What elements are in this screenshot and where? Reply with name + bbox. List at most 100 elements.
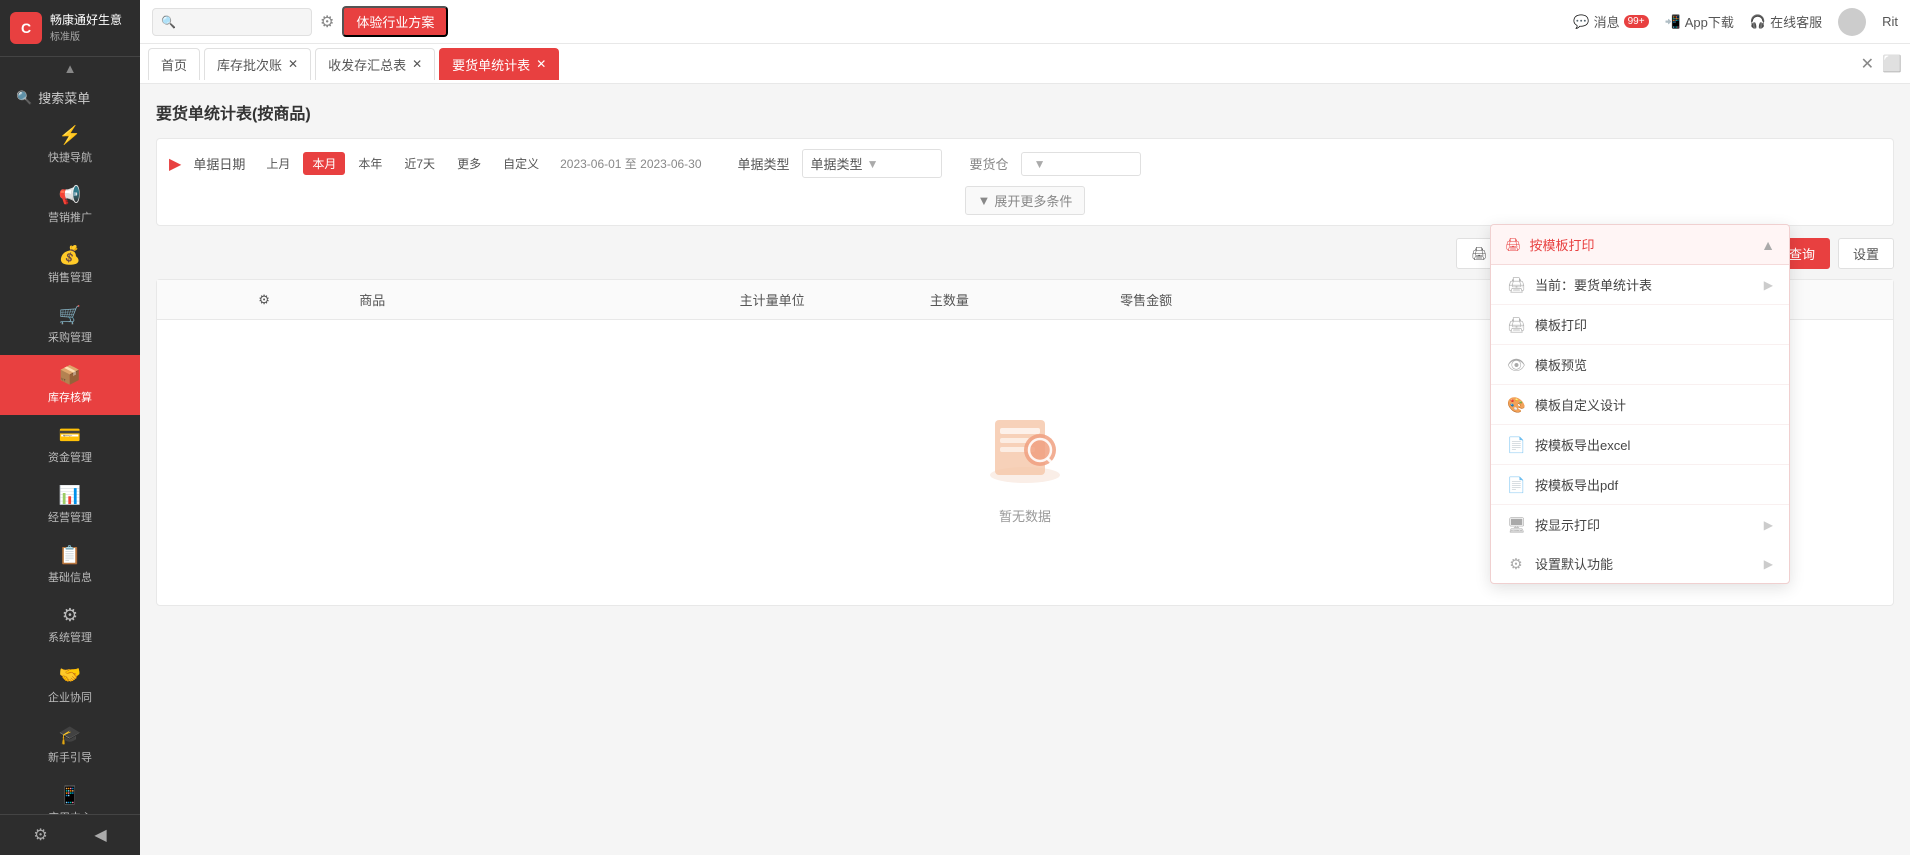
date-btn-current-month[interactable]: 本月 [303, 152, 345, 175]
tab-order-stats[interactable]: 要货单统计表 ✕ [439, 48, 559, 80]
sidebar-logo: C 畅康通好生意 标准版 [0, 0, 140, 57]
user-name: Rit [1882, 14, 1898, 29]
th-unit: 主计量单位 [740, 290, 930, 309]
system-icon: ⚙ [62, 605, 78, 626]
filter-warehouse-select[interactable]: ▼ [1021, 152, 1141, 176]
filter-row-1: ▶ 单据日期 上月 本月 本年 近7天 更多 自定义 2023-06-01 至 … [169, 149, 1881, 178]
topbar-gear-icon[interactable]: ⚙ [320, 12, 334, 32]
purchase-icon: 🛒 [59, 305, 81, 326]
chevron-down-icon: ▼ [867, 157, 879, 171]
print-header-icon: 🖨 [1505, 237, 1522, 253]
topbar-search-icon: 🔍 [161, 15, 176, 29]
dropdown-template-excel[interactable]: 📄 按模板导出excel [1491, 425, 1789, 465]
enterprise-icon: 🤝 [59, 665, 81, 686]
default-fn-icon: ⚙ [1507, 555, 1525, 573]
chevron-down-icon-2: ▼ [1034, 157, 1046, 171]
filter-type-select[interactable]: 单据类型 ▼ [802, 149, 942, 178]
expand-more-button[interactable]: ▼ 展开更多条件 [965, 186, 1086, 215]
sidebar-item-system[interactable]: ⚙ 系统管理 [0, 595, 140, 655]
user-avatar[interactable] [1838, 8, 1866, 36]
date-btn-last-month[interactable]: 上月 [257, 152, 299, 175]
dropdown-default-fn[interactable]: ⚙ 设置默认功能 ▶ [1491, 544, 1789, 583]
dropdown-current-template[interactable]: 🖨 当前：要货单统计表 ▶ [1491, 265, 1789, 305]
main-content: 🔍 ⚙ 体验行业方案 💬 消息 99+ 📲 App下载 🎧 在线客服 Rit [140, 0, 1910, 855]
date-btn-more[interactable]: 更多 [448, 152, 490, 175]
sidebar-item-marketing[interactable]: 📢 营销推广 [0, 175, 140, 235]
dropdown-template-pdf[interactable]: 📄 按模板导出pdf [1491, 465, 1789, 505]
search-icon: 🔍 [16, 90, 32, 106]
app-center-icon: 📱 [59, 785, 81, 806]
th-quantity: 主数量 [930, 290, 1120, 309]
trial-button[interactable]: 体验行业方案 [342, 6, 448, 37]
sidebar-item-app-center[interactable]: 📱 应用中心 [0, 775, 140, 814]
filter-extra-label: 要货仓 [970, 154, 1009, 173]
inventory-icon: 📦 [59, 365, 81, 386]
sidebar-settings-btn[interactable]: ⚙ [33, 825, 47, 845]
tab-receipt-summary[interactable]: 收发存汇总表 ✕ [315, 48, 435, 80]
chevron-right-icon: ▶ [1764, 278, 1773, 292]
basic-icon: 📋 [59, 545, 81, 566]
headset-icon: 🎧 [1750, 14, 1766, 30]
th-product: 商品 [359, 290, 739, 309]
sidebar-scroll-up[interactable]: ▲ [0, 57, 140, 80]
tab-close-receipt-summary[interactable]: ✕ [412, 57, 422, 71]
page-content: 要货单统计表(按商品) ▶ 单据日期 上月 本月 本年 近7天 更多 自定义 2… [140, 84, 1910, 855]
filter-expand-arrow[interactable]: ▶ [169, 154, 181, 174]
template-design-icon: 🎨 [1507, 396, 1525, 414]
chevron-right-icon-2: ▶ [1764, 518, 1773, 532]
online-service-btn[interactable]: 🎧 在线客服 [1750, 12, 1822, 31]
guide-icon: 🎓 [59, 725, 81, 746]
message-badge: 99+ [1624, 15, 1649, 28]
sidebar-item-search[interactable]: 🔍 搜索菜单 [0, 80, 140, 115]
sidebar-item-finance[interactable]: 💳 资金管理 [0, 415, 140, 475]
date-btn-this-year[interactable]: 本年 [349, 152, 391, 175]
tab-close-order-stats[interactable]: ✕ [536, 57, 546, 71]
logo-icon: C [10, 12, 42, 44]
logo-sub: 标准版 [50, 28, 122, 43]
dropdown-template-preview[interactable]: 👁 模板预览 [1491, 345, 1789, 385]
dropdown-template-custom[interactable]: 🎨 模板自定义设计 [1491, 385, 1789, 425]
topbar-search-box[interactable]: 🔍 [152, 8, 312, 36]
sidebar-item-purchase[interactable]: 🛒 采购管理 [0, 295, 140, 355]
tab-maximize-btn[interactable]: ⬜ [1882, 54, 1902, 74]
sidebar-collapse-btn[interactable]: ◀ [94, 825, 106, 845]
app-download-icon: 📲 [1665, 14, 1681, 30]
filter-date-group: 上月 本月 本年 近7天 更多 自定义 [257, 152, 548, 175]
app-download-btn[interactable]: 📲 App下载 [1665, 12, 1734, 31]
message-icon: 💬 [1573, 14, 1589, 30]
dropdown-close-btn[interactable]: ▲ [1761, 237, 1775, 253]
empty-text: 暂无数据 [999, 506, 1051, 525]
expand-icon: ▼ [978, 193, 991, 208]
tabs-bar: 首页 库存批次账 ✕ 收发存汇总表 ✕ 要货单统计表 ✕ ✕ ⬜ [140, 44, 1910, 84]
th-settings[interactable]: ⚙ [169, 292, 359, 308]
th-retail: 零售金额 [1120, 290, 1310, 309]
sidebar-item-basic[interactable]: 📋 基础信息 [0, 535, 140, 595]
dropdown-display-print[interactable]: 🖥 按显示打印 ▶ [1491, 505, 1789, 544]
tab-home[interactable]: 首页 [148, 48, 200, 80]
filter-row-expand: ▼ 展开更多条件 [169, 186, 1881, 215]
settings-btn[interactable]: 设置 [1838, 238, 1894, 269]
message-btn[interactable]: 💬 消息 99+ [1573, 12, 1648, 31]
sidebar-item-operation[interactable]: 📊 经营管理 [0, 475, 140, 535]
current-template-icon: 🖨 [1507, 276, 1525, 294]
sidebar-item-sales[interactable]: 💰 销售管理 [0, 235, 140, 295]
date-range-display: 2023-06-01 至 2023-06-30 [560, 155, 701, 172]
tabs-right-controls: ✕ ⬜ [1861, 54, 1902, 74]
operation-icon: 📊 [59, 485, 81, 506]
dropdown-template-print[interactable]: 🖨 模板打印 [1491, 305, 1789, 345]
topbar: 🔍 ⚙ 体验行业方案 💬 消息 99+ 📲 App下载 🎧 在线客服 Rit [140, 0, 1910, 44]
sidebar-item-inventory[interactable]: 📦 库存核算 [0, 355, 140, 415]
sidebar-item-enterprise[interactable]: 🤝 企业协同 [0, 655, 140, 715]
sidebar-item-guide[interactable]: 🎓 新手引导 [0, 715, 140, 775]
sidebar-item-quick-nav[interactable]: ⚡ 快捷导航 [0, 115, 140, 175]
print-icon: 🖨 [1471, 246, 1488, 262]
sidebar: C 畅康通好生意 标准版 ▲ 🔍 搜索菜单 ⚡ 快捷导航 📢 营销推广 💰 销售… [0, 0, 140, 855]
tab-close-all-btn[interactable]: ✕ [1861, 54, 1874, 74]
date-btn-7days[interactable]: 近7天 [395, 152, 444, 175]
sales-icon: 💰 [59, 245, 81, 266]
topbar-right: 💬 消息 99+ 📲 App下载 🎧 在线客服 Rit [1573, 8, 1898, 36]
chevron-right-icon-3: ▶ [1764, 557, 1773, 571]
tab-close-batch-account[interactable]: ✕ [288, 57, 298, 71]
date-btn-custom[interactable]: 自定义 [494, 152, 548, 175]
tab-batch-account[interactable]: 库存批次账 ✕ [204, 48, 311, 80]
